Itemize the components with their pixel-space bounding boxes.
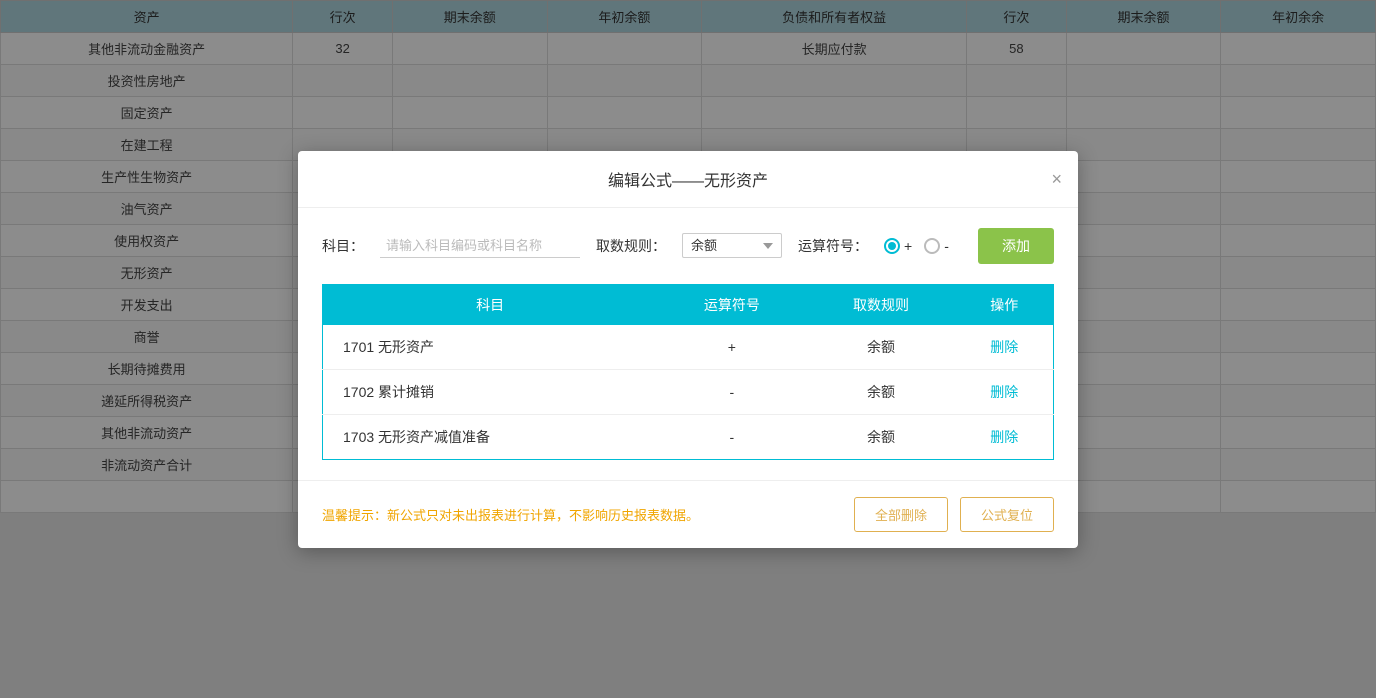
cell-action: 删除 — [956, 325, 1054, 370]
table-row: 1702 累计摊销-余额 删除 — [323, 369, 1054, 414]
operator-minus-radio[interactable]: - — [924, 238, 949, 254]
modal: 编辑公式——无形资产 × 科目： 取数规则： 余额 借方发生额 贷方发生额 运算… — [298, 151, 1078, 548]
cell-operator: + — [657, 325, 806, 370]
subject-input[interactable] — [380, 234, 580, 258]
modal-title: 编辑公式——无形资产 — [608, 173, 768, 190]
reset-button[interactable]: 公式复位 — [960, 497, 1054, 532]
modal-overlay: 编辑公式——无形资产 × 科目： 取数规则： 余额 借方发生额 贷方发生额 运算… — [0, 0, 1376, 698]
cell-subject: 1702 累计摊销 — [323, 369, 658, 414]
radio-minus-circle — [924, 238, 940, 254]
modal-header: 编辑公式——无形资产 × — [298, 151, 1078, 208]
modal-footer: 温馨提示：新公式只对未出报表进行计算，不影响历史报表数据。 全部删除 公式复位 — [298, 480, 1078, 548]
radio-plus-circle — [884, 238, 900, 254]
delete-link[interactable]: 删除 — [990, 384, 1018, 400]
table-header: 取数规则 — [806, 284, 955, 325]
table-header: 操作 — [956, 284, 1054, 325]
rule-select[interactable]: 余额 借方发生额 贷方发生额 — [682, 233, 782, 258]
cell-action: 删除 — [956, 414, 1054, 459]
operator-radio-group: + - — [884, 238, 949, 254]
cell-subject: 1703 无形资产减值准备 — [323, 414, 658, 459]
add-button[interactable]: 添加 — [978, 228, 1054, 264]
footer-hint: 温馨提示：新公式只对未出报表进行计算，不影响历史报表数据。 — [322, 505, 699, 524]
table-header: 运算符号 — [657, 284, 806, 325]
cell-rule: 余额 — [806, 414, 955, 459]
cell-rule: 余额 — [806, 369, 955, 414]
operator-minus-label: - — [944, 238, 949, 254]
rule-label: 取数规则： — [596, 236, 666, 256]
delete-link[interactable]: 删除 — [990, 429, 1018, 445]
table-row: 1703 无形资产减值准备-余额 删除 — [323, 414, 1054, 459]
form-row: 科目： 取数规则： 余额 借方发生额 贷方发生额 运算符号： + — [322, 228, 1054, 264]
modal-body: 科目： 取数规则： 余额 借方发生额 贷方发生额 运算符号： + — [298, 208, 1078, 480]
cell-operator: - — [657, 414, 806, 459]
operator-plus-label: + — [904, 238, 912, 254]
modal-close-button[interactable]: × — [1051, 170, 1062, 188]
rule-select-wrap: 余额 借方发生额 贷方发生额 — [682, 233, 782, 258]
operator-plus-radio[interactable]: + — [884, 238, 912, 254]
table-header: 科目 — [323, 284, 658, 325]
operator-label: 运算符号： — [798, 236, 868, 256]
cell-action: 删除 — [956, 369, 1054, 414]
delete-all-button[interactable]: 全部删除 — [854, 497, 948, 532]
cell-subject: 1701 无形资产 — [323, 325, 658, 370]
cell-rule: 余额 — [806, 325, 955, 370]
cell-operator: - — [657, 369, 806, 414]
table-row: 1701 无形资产+余额 删除 — [323, 325, 1054, 370]
formula-table: 科目运算符号取数规则操作 1701 无形资产+余额删除1702 累计摊销-余额删… — [322, 284, 1054, 460]
subject-label: 科目： — [322, 236, 364, 256]
delete-link[interactable]: 删除 — [990, 339, 1018, 355]
footer-buttons: 全部删除 公式复位 — [854, 497, 1054, 532]
